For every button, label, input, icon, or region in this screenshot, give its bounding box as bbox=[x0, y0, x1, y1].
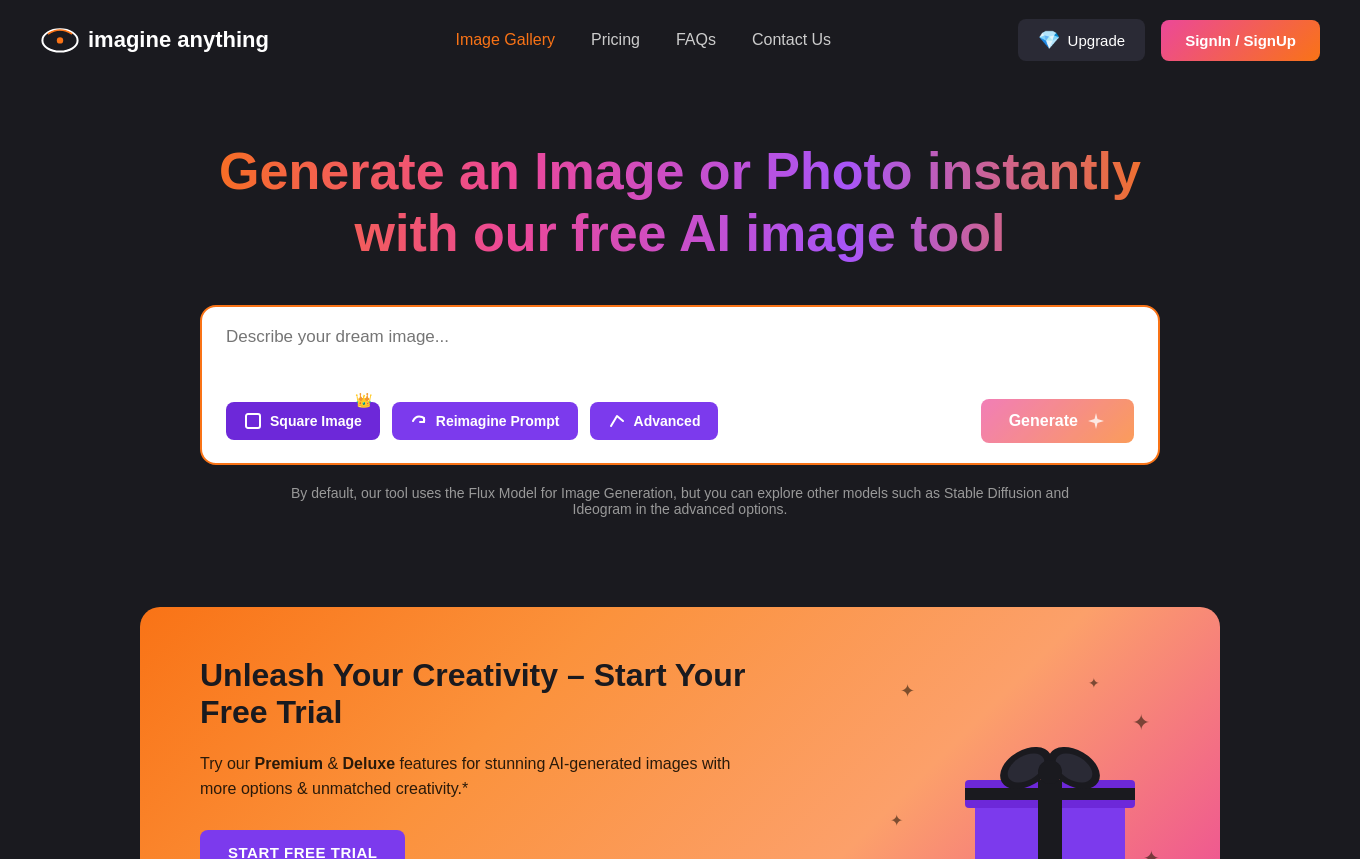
navigation: imagine anything Image Gallery Pricing F… bbox=[0, 0, 1360, 80]
nav-links: Image Gallery Pricing FAQs Contact Us bbox=[455, 31, 831, 49]
star-decoration-1: ✦ bbox=[900, 680, 915, 702]
logo[interactable]: imagine anything bbox=[40, 25, 269, 55]
nav-link-faqs[interactable]: FAQs bbox=[676, 31, 716, 48]
square-image-button[interactable]: 👑 Square Image bbox=[226, 402, 380, 440]
nav-link-contact[interactable]: Contact Us bbox=[752, 31, 831, 48]
start-free-trial-button[interactable]: START FREE TRIAL bbox=[200, 830, 405, 859]
promo-title: Unleash Your Creativity – Start Your Fre… bbox=[200, 657, 760, 731]
logo-icon bbox=[40, 25, 80, 55]
svg-rect-2 bbox=[246, 414, 260, 428]
svg-point-11 bbox=[1038, 760, 1062, 784]
promo-banner: Unleash Your Creativity – Start Your Fre… bbox=[140, 607, 1220, 859]
generate-button[interactable]: Generate bbox=[981, 399, 1134, 443]
hero-title: Generate an Image or Photo instantly wit… bbox=[180, 140, 1180, 265]
signin-button[interactable]: SignIn / SignUp bbox=[1161, 20, 1320, 61]
hero-description: By default, our tool uses the Flux Model… bbox=[280, 485, 1080, 517]
hero-section: Generate an Image or Photo instantly wit… bbox=[0, 80, 1360, 607]
reimagine-icon bbox=[410, 412, 428, 430]
star-decoration-2: ✦ bbox=[1088, 675, 1100, 691]
generate-sparkle-icon bbox=[1086, 411, 1106, 431]
promo-section: Unleash Your Creativity – Start Your Fre… bbox=[0, 607, 1360, 859]
promo-left: Unleash Your Creativity – Start Your Fre… bbox=[200, 657, 760, 859]
logo-text: imagine anything bbox=[88, 27, 269, 53]
gem-icon: 💎 bbox=[1038, 29, 1060, 51]
star-decoration-4: ✦ bbox=[890, 811, 903, 830]
advanced-button[interactable]: Advanced bbox=[590, 402, 719, 440]
reimagine-prompt-button[interactable]: Reimagine Prompt bbox=[392, 402, 578, 440]
generator-left-buttons: 👑 Square Image Reimagine Prompt bbox=[226, 402, 718, 440]
generator-controls: 👑 Square Image Reimagine Prompt bbox=[226, 399, 1134, 443]
promo-illustration: ✦ ✦ ✦ ✦ ✦ bbox=[880, 670, 1160, 859]
promo-text: Try our Premium & Deluxe features for st… bbox=[200, 751, 760, 802]
svg-point-1 bbox=[57, 37, 63, 43]
nav-right: 💎 Upgrade SignIn / SignUp bbox=[1018, 19, 1320, 61]
crown-icon: 👑 bbox=[355, 392, 372, 408]
gift-box-illustration bbox=[940, 700, 1160, 859]
nav-link-pricing[interactable]: Pricing bbox=[591, 31, 640, 48]
nav-link-image-gallery[interactable]: Image Gallery bbox=[455, 31, 555, 48]
square-icon bbox=[244, 412, 262, 430]
svg-rect-6 bbox=[965, 788, 1135, 800]
prompt-input[interactable] bbox=[226, 327, 1134, 387]
generator-box: 👑 Square Image Reimagine Prompt bbox=[200, 305, 1160, 465]
advanced-icon bbox=[608, 412, 626, 430]
upgrade-button[interactable]: 💎 Upgrade bbox=[1018, 19, 1146, 61]
